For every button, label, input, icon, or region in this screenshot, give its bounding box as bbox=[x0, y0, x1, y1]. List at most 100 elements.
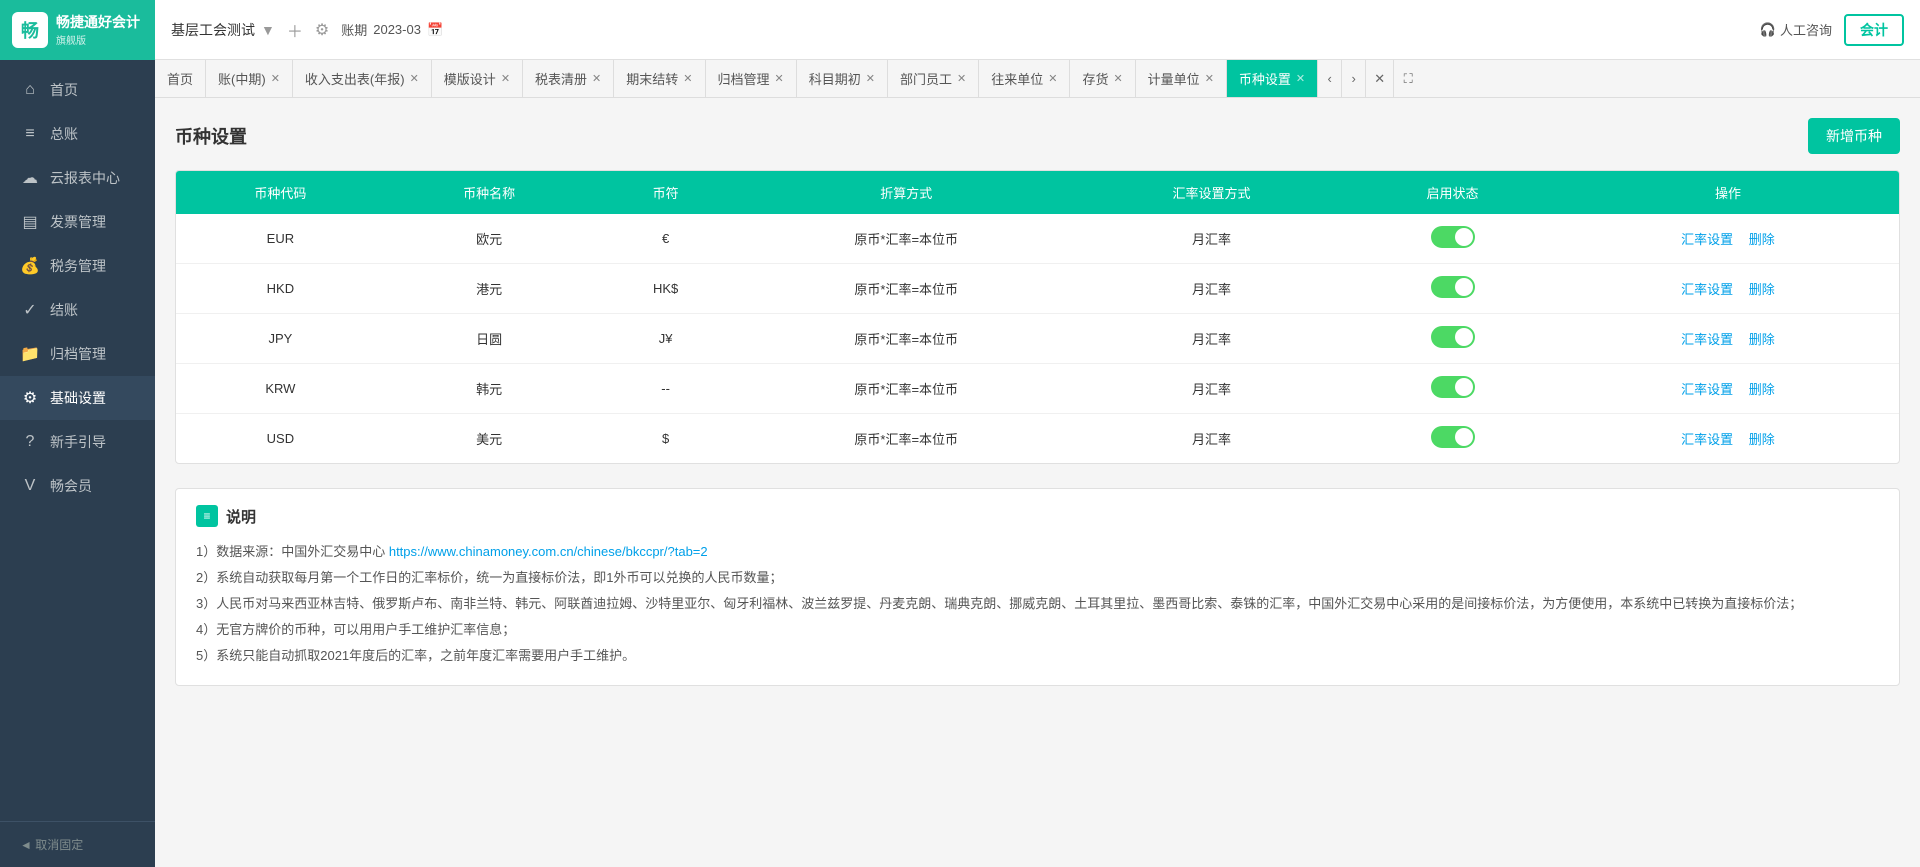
app-logo: 畅 畅捷通好会计 旗舰版 bbox=[0, 0, 155, 60]
account-type-button[interactable]: 会计 bbox=[1844, 14, 1904, 46]
cell-rate-type: 月汇率 bbox=[1075, 414, 1348, 464]
tab-close-icon[interactable]: ✕ bbox=[957, 72, 966, 85]
sidebar-item-label: 畅会员 bbox=[50, 476, 92, 496]
col-status: 启用状态 bbox=[1348, 171, 1557, 214]
sidebar-item-home[interactable]: ⌂ 首页 bbox=[0, 68, 155, 112]
ledger-icon: ≡ bbox=[20, 125, 40, 143]
table-row: KRW 韩元 -- 原币*汇率=本位币 月汇率 汇率设置 删除 bbox=[176, 364, 1899, 414]
headset-icon: 🎧 bbox=[1760, 22, 1776, 38]
tab-close-icon[interactable]: ✕ bbox=[592, 72, 601, 85]
cell-code: KRW bbox=[176, 364, 385, 414]
rate-setting-link[interactable]: 汇率设置 bbox=[1681, 332, 1733, 347]
notes-title: 说明 bbox=[226, 506, 256, 527]
new-currency-button[interactable]: 新增币种 bbox=[1808, 118, 1900, 154]
sidebar-pin-toggle[interactable]: ◄ 取消固定 bbox=[0, 821, 155, 867]
tab-close-icon[interactable]: ✕ bbox=[775, 72, 784, 85]
tax-icon: 💰 bbox=[20, 256, 40, 276]
tab-close-icon[interactable]: ✕ bbox=[866, 72, 875, 85]
home-icon: ⌂ bbox=[20, 81, 40, 99]
cell-status bbox=[1348, 314, 1557, 364]
sidebar-item-report[interactable]: ☁ 云报表中心 bbox=[0, 156, 155, 200]
delete-link[interactable]: 删除 bbox=[1749, 432, 1775, 447]
rate-setting-link[interactable]: 汇率设置 bbox=[1681, 282, 1733, 297]
cell-symbol: -- bbox=[594, 364, 738, 414]
cell-rate-type: 月汇率 bbox=[1075, 264, 1348, 314]
service-button[interactable]: 🎧 人工咨询 bbox=[1760, 20, 1832, 39]
cell-name: 港元 bbox=[385, 264, 594, 314]
cell-rate-type: 月汇率 bbox=[1075, 314, 1348, 364]
tab-customer[interactable]: 往来单位 ✕ bbox=[979, 60, 1070, 98]
cloud-icon: ☁ bbox=[20, 168, 40, 188]
tab-inventory[interactable]: 存货 ✕ bbox=[1070, 60, 1135, 98]
tab-period[interactable]: 账(中期) ✕ bbox=[206, 60, 293, 98]
cell-name: 日圆 bbox=[385, 314, 594, 364]
company-name[interactable]: 基层工会测试 ▼ bbox=[171, 20, 275, 40]
sidebar-item-label: 发票管理 bbox=[50, 212, 106, 232]
rate-setting-link[interactable]: 汇率设置 bbox=[1681, 432, 1733, 447]
sidebar-item-label: 云报表中心 bbox=[50, 168, 120, 188]
tab-tax[interactable]: 税表清册 ✕ bbox=[523, 60, 614, 98]
notes-list: 1）数据来源：中国外汇交易中心 https://www.chinamoney.c… bbox=[196, 539, 1879, 669]
tab-currency[interactable]: 币种设置 ✕ bbox=[1227, 60, 1318, 98]
sidebar-item-label: 首页 bbox=[50, 80, 78, 100]
tab-close-icon[interactable]: ✕ bbox=[271, 72, 280, 85]
tab-period-end[interactable]: 期末结转 ✕ bbox=[614, 60, 705, 98]
tab-subject[interactable]: 科目期初 ✕ bbox=[797, 60, 888, 98]
sidebar-nav: ⌂ 首页 ≡ 总账 ☁ 云报表中心 ▤ 发票管理 💰 税务管理 ✓ 结账 📁 归… bbox=[0, 60, 155, 821]
cell-symbol: € bbox=[594, 214, 738, 264]
rate-setting-link[interactable]: 汇率设置 bbox=[1681, 232, 1733, 247]
tab-close-icon[interactable]: ✕ bbox=[1048, 72, 1057, 85]
delete-link[interactable]: 删除 bbox=[1749, 232, 1775, 247]
delete-link[interactable]: 删除 bbox=[1749, 282, 1775, 297]
tab-home[interactable]: 首页 bbox=[155, 60, 206, 98]
status-toggle[interactable] bbox=[1431, 276, 1475, 298]
delete-link[interactable]: 删除 bbox=[1749, 382, 1775, 397]
sidebar-item-tax[interactable]: 💰 税务管理 bbox=[0, 244, 155, 288]
table-row: USD 美元 $ 原币*汇率=本位币 月汇率 汇率设置 删除 bbox=[176, 414, 1899, 464]
sidebar-item-label: 归档管理 bbox=[50, 344, 106, 364]
status-toggle[interactable] bbox=[1431, 426, 1475, 448]
sidebar-item-member[interactable]: V 畅会员 bbox=[0, 464, 155, 508]
tab-close-all-button[interactable]: ✕ bbox=[1366, 60, 1394, 98]
delete-link[interactable]: 删除 bbox=[1749, 332, 1775, 347]
tab-close-icon[interactable]: ✕ bbox=[683, 72, 692, 85]
tab-close-icon[interactable]: ✕ bbox=[1113, 72, 1122, 85]
cell-symbol: HK$ bbox=[594, 264, 738, 314]
tab-close-icon[interactable]: ✕ bbox=[1205, 72, 1214, 85]
status-toggle[interactable] bbox=[1431, 376, 1475, 398]
sidebar-item-settings[interactable]: ⚙ 基础设置 bbox=[0, 376, 155, 420]
status-toggle[interactable] bbox=[1431, 226, 1475, 248]
notes-link[interactable]: https://www.chinamoney.com.cn/chinese/bk… bbox=[389, 544, 708, 559]
sidebar-item-invoice[interactable]: ▤ 发票管理 bbox=[0, 200, 155, 244]
table-row: HKD 港元 HK$ 原币*汇率=本位币 月汇率 汇率设置 删除 bbox=[176, 264, 1899, 314]
tab-archive[interactable]: 归档管理 ✕ bbox=[706, 60, 797, 98]
tab-next-button[interactable]: › bbox=[1342, 60, 1366, 98]
rate-setting-link[interactable]: 汇率设置 bbox=[1681, 382, 1733, 397]
cell-status bbox=[1348, 214, 1557, 264]
sidebar-item-settle[interactable]: ✓ 结账 bbox=[0, 288, 155, 332]
tab-close-icon[interactable]: ✕ bbox=[501, 72, 510, 85]
sidebar-item-label: 总账 bbox=[50, 124, 78, 144]
status-toggle[interactable] bbox=[1431, 326, 1475, 348]
tab-income[interactable]: 收入支出表(年报) ✕ bbox=[293, 60, 432, 98]
add-tab-button[interactable]: ＋ bbox=[287, 18, 303, 42]
tab-close-icon[interactable]: ✕ bbox=[410, 72, 419, 85]
tab-expand-button[interactable]: ⛶ bbox=[1394, 60, 1422, 98]
settings-icon: ⚙ bbox=[20, 388, 40, 408]
cell-code: EUR bbox=[176, 214, 385, 264]
tab-unit[interactable]: 计量单位 ✕ bbox=[1136, 60, 1227, 98]
tab-close-icon[interactable]: ✕ bbox=[1296, 72, 1305, 85]
notes-icon: ≡ bbox=[196, 505, 218, 527]
topbar-settings-icon[interactable]: ⚙ bbox=[315, 20, 329, 40]
calendar-icon[interactable]: 📅 bbox=[427, 22, 443, 38]
sidebar-item-guide[interactable]: ? 新手引导 bbox=[0, 420, 155, 464]
tab-prev-button[interactable]: ‹ bbox=[1318, 60, 1342, 98]
cell-actions: 汇率设置 删除 bbox=[1557, 264, 1899, 314]
archive-icon: 📁 bbox=[20, 344, 40, 364]
sidebar-item-archive[interactable]: 📁 归档管理 bbox=[0, 332, 155, 376]
tab-dept[interactable]: 部门员工 ✕ bbox=[888, 60, 979, 98]
cell-method: 原币*汇率=本位币 bbox=[738, 214, 1075, 264]
cell-name: 欧元 bbox=[385, 214, 594, 264]
tab-template[interactable]: 模版设计 ✕ bbox=[432, 60, 523, 98]
sidebar-item-ledger[interactable]: ≡ 总账 bbox=[0, 112, 155, 156]
